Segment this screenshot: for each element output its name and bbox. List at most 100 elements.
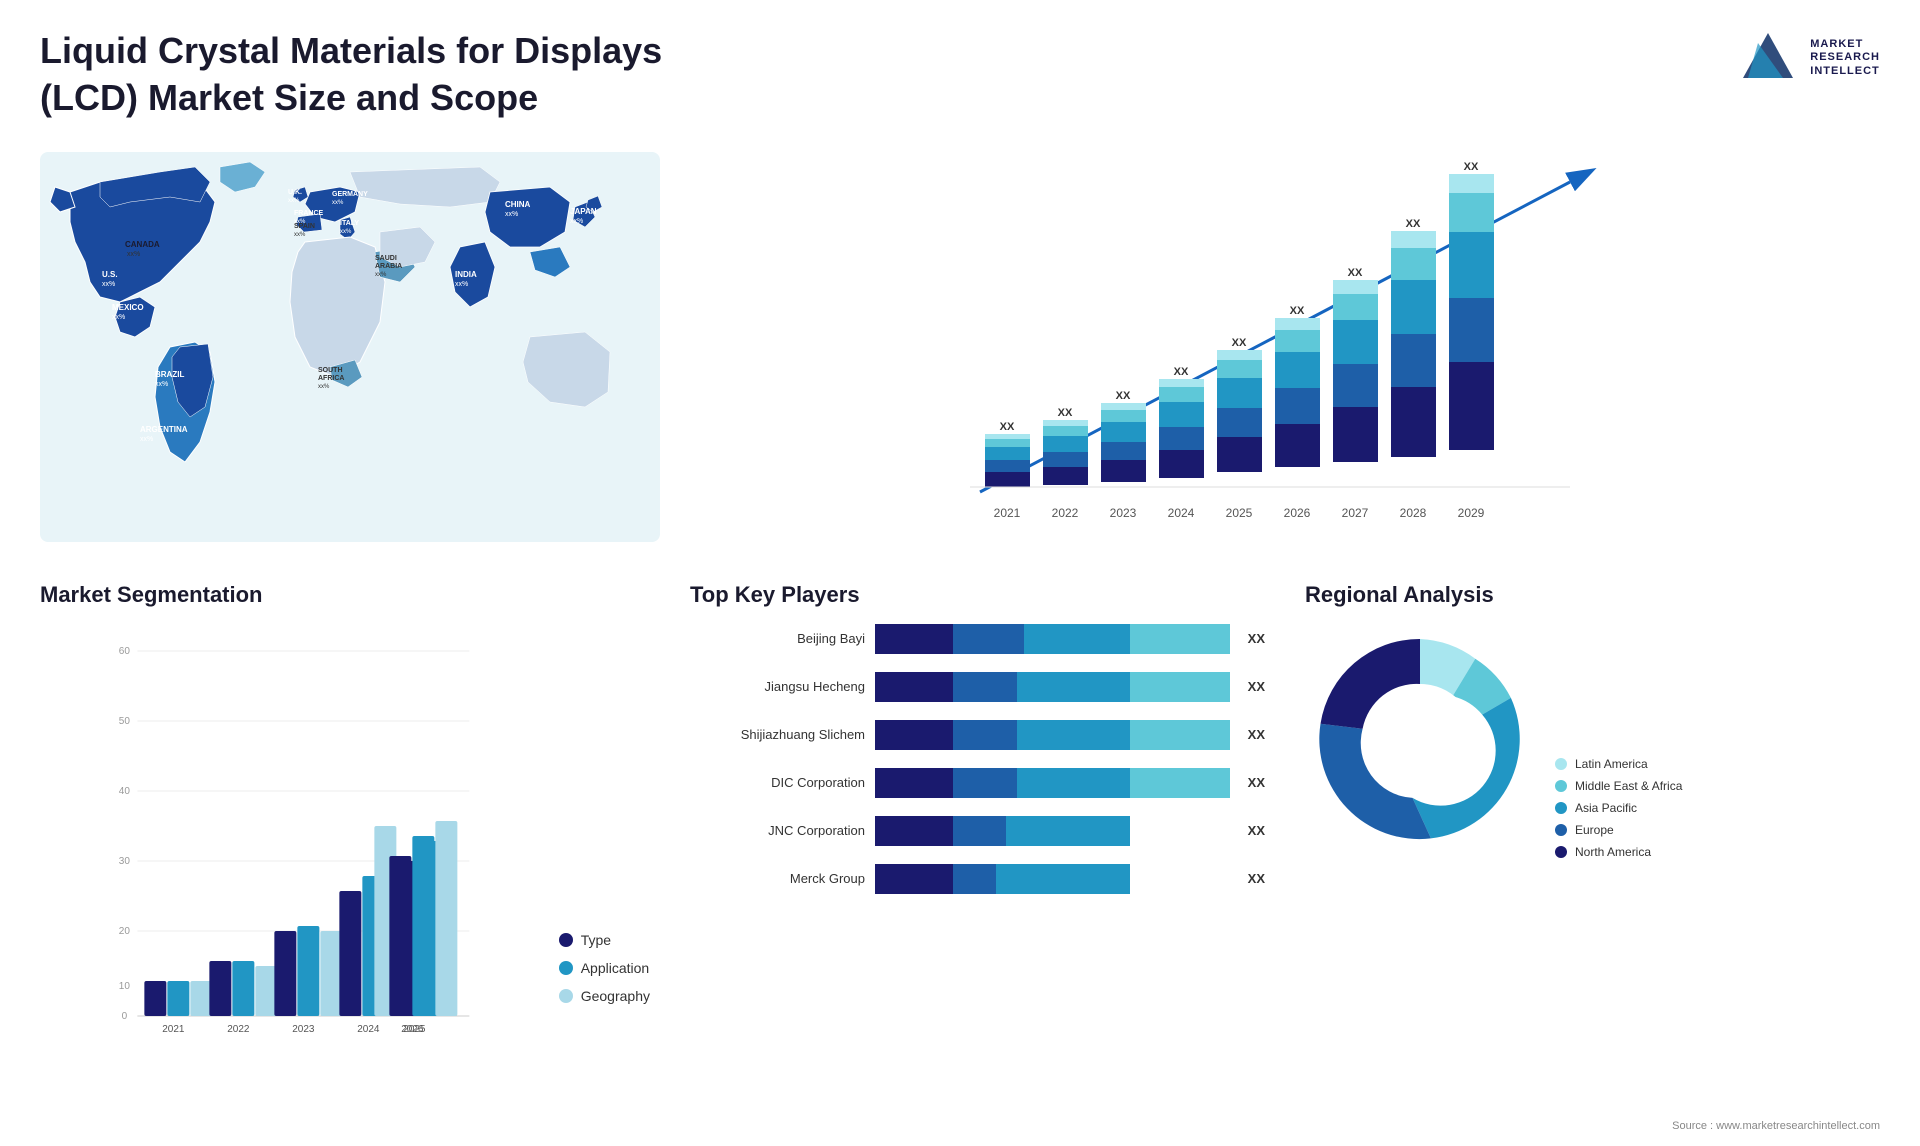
svg-text:xx%: xx% xyxy=(102,281,115,288)
bar-seg1-j xyxy=(875,672,953,702)
player-name-jnc: JNC Corporation xyxy=(690,823,865,838)
svg-text:SPAIN: SPAIN xyxy=(294,223,315,230)
legend-mea-label: Middle East & Africa xyxy=(1575,779,1682,793)
svg-text:xx%: xx% xyxy=(155,381,168,388)
legend-geo-dot xyxy=(559,989,573,1003)
player-row-dic: DIC Corporation XX xyxy=(690,768,1265,798)
player-name-beijing: Beijing Bayi xyxy=(690,631,865,646)
legend-geography: Geography xyxy=(559,988,650,1004)
svg-text:2021: 2021 xyxy=(162,1024,185,1035)
logo-area: MARKET RESEARCH INTELLECT xyxy=(1738,28,1880,88)
bar-seg1-d xyxy=(875,768,953,798)
regional-title: Regional Analysis xyxy=(1305,582,1880,608)
legend-type: Type xyxy=(559,932,650,948)
page-title: Liquid Crystal Materials for Displays (L… xyxy=(40,28,740,122)
seg-content: 60 50 40 30 20 10 0 xyxy=(40,624,650,1044)
bar-seg3-s xyxy=(1017,720,1130,750)
bar-seg3-d xyxy=(1017,768,1130,798)
svg-text:xx%: xx% xyxy=(505,211,518,218)
svg-text:U.S.: U.S. xyxy=(102,270,118,279)
bar-seg1-m xyxy=(875,864,953,894)
svg-text:30: 30 xyxy=(119,856,131,867)
segmentation-title: Market Segmentation xyxy=(40,582,650,608)
source-line: Source : www.marketresearchintellect.com xyxy=(1672,1120,1880,1132)
legend-latin-dot xyxy=(1555,758,1567,770)
legend-geo-label: Geography xyxy=(581,988,650,1004)
svg-text:10: 10 xyxy=(119,981,131,992)
svg-text:2023: 2023 xyxy=(1110,506,1137,520)
svg-text:CHINA: CHINA xyxy=(505,200,531,209)
svg-text:GERMANY: GERMANY xyxy=(332,191,368,198)
legend-europe-label: Europe xyxy=(1575,823,1614,837)
svg-text:MEXICO: MEXICO xyxy=(112,303,144,312)
legend-europe: Europe xyxy=(1555,823,1682,837)
legend-mea-dot xyxy=(1555,780,1567,792)
svg-text:XX: XX xyxy=(1174,366,1189,378)
key-players-section: Top Key Players Beijing Bayi XX Jiangsu … xyxy=(670,562,1890,1082)
svg-text:BRAZIL: BRAZIL xyxy=(155,370,184,379)
legend-app-dot xyxy=(559,961,573,975)
svg-text:xx%: xx% xyxy=(127,251,140,258)
svg-text:2028: 2028 xyxy=(1400,506,1427,520)
player-value-shiji: XX xyxy=(1248,727,1265,742)
seg-legend: Type Application Geography xyxy=(559,932,650,1044)
players-inner: Top Key Players Beijing Bayi XX Jiangsu … xyxy=(690,582,1285,1052)
legend-north-america: North America xyxy=(1555,845,1682,859)
svg-text:2026: 2026 xyxy=(1284,506,1311,520)
svg-text:20: 20 xyxy=(119,926,131,937)
svg-text:FRANCE: FRANCE xyxy=(294,210,323,217)
svg-text:60: 60 xyxy=(119,646,131,657)
regional-layout: Latin America Middle East & Africa Asia … xyxy=(1305,624,1880,859)
legend-app-label: Application xyxy=(581,960,650,976)
svg-text:xx%: xx% xyxy=(455,281,468,288)
legend-application: Application xyxy=(559,960,650,976)
svg-text:2022: 2022 xyxy=(1052,506,1079,520)
player-name-dic: DIC Corporation xyxy=(690,775,865,790)
legend-europe-dot xyxy=(1555,824,1567,836)
svg-text:ARABIA: ARABIA xyxy=(375,263,402,270)
svg-text:XX: XX xyxy=(1000,421,1015,433)
svg-text:xx%: xx% xyxy=(375,272,387,278)
svg-text:50: 50 xyxy=(119,716,131,727)
svg-text:2029: 2029 xyxy=(1458,506,1485,520)
player-bar-beijing xyxy=(875,624,1230,654)
svg-text:SAUDI: SAUDI xyxy=(375,255,397,262)
player-value-jiangsu: XX xyxy=(1248,679,1265,694)
svg-text:xx%: xx% xyxy=(340,229,352,235)
world-map: CANADA xx% U.S. xx% MEXICO xx% BRAZIL xx… xyxy=(40,152,660,542)
legend-apac-label: Asia Pacific xyxy=(1575,801,1637,815)
player-name-merck: Merck Group xyxy=(690,871,865,886)
svg-text:xx%: xx% xyxy=(140,436,153,443)
player-bar-merck xyxy=(875,864,1230,894)
logo-text: MARKET RESEARCH INTELLECT xyxy=(1810,38,1880,78)
player-bar-jiangsu xyxy=(875,672,1230,702)
segmentation-chart: 60 50 40 30 20 10 0 xyxy=(40,624,539,1044)
legend-mea: Middle East & Africa xyxy=(1555,779,1682,793)
player-value-merck: XX xyxy=(1248,871,1265,886)
bar-seg2-s xyxy=(953,720,1017,750)
seg-chart-area: 60 50 40 30 20 10 0 xyxy=(40,624,539,1044)
player-row-jnc: JNC Corporation XX xyxy=(690,816,1265,846)
svg-text:xx%: xx% xyxy=(318,384,330,390)
player-row-beijing: Beijing Bayi XX xyxy=(690,624,1265,654)
svg-text:XX: XX xyxy=(1232,337,1247,349)
bar-seg2 xyxy=(953,624,1024,654)
legend-type-label: Type xyxy=(581,932,611,948)
player-name-shiji: Shijiazhuang Slichem xyxy=(690,727,865,742)
svg-text:xx%: xx% xyxy=(332,200,344,206)
bar-seg3-jnc xyxy=(1006,816,1130,846)
svg-text:U.K.: U.K. xyxy=(288,189,302,196)
svg-text:ARGENTINA: ARGENTINA xyxy=(140,425,188,434)
svg-text:0: 0 xyxy=(122,1011,128,1022)
svg-text:CANADA: CANADA xyxy=(125,240,160,249)
player-name-jiangsu: Jiangsu Hecheng xyxy=(690,679,865,694)
svg-text:XX: XX xyxy=(1464,162,1479,173)
svg-text:SOUTH: SOUTH xyxy=(318,367,343,374)
bar-seg4-s xyxy=(1130,720,1229,750)
svg-text:40: 40 xyxy=(119,786,131,797)
player-value-jnc: XX xyxy=(1248,823,1265,838)
bar-seg4-d xyxy=(1130,768,1229,798)
legend-na-dot xyxy=(1555,846,1567,858)
bar-seg1-s xyxy=(875,720,953,750)
legend-apac-dot xyxy=(1555,802,1567,814)
